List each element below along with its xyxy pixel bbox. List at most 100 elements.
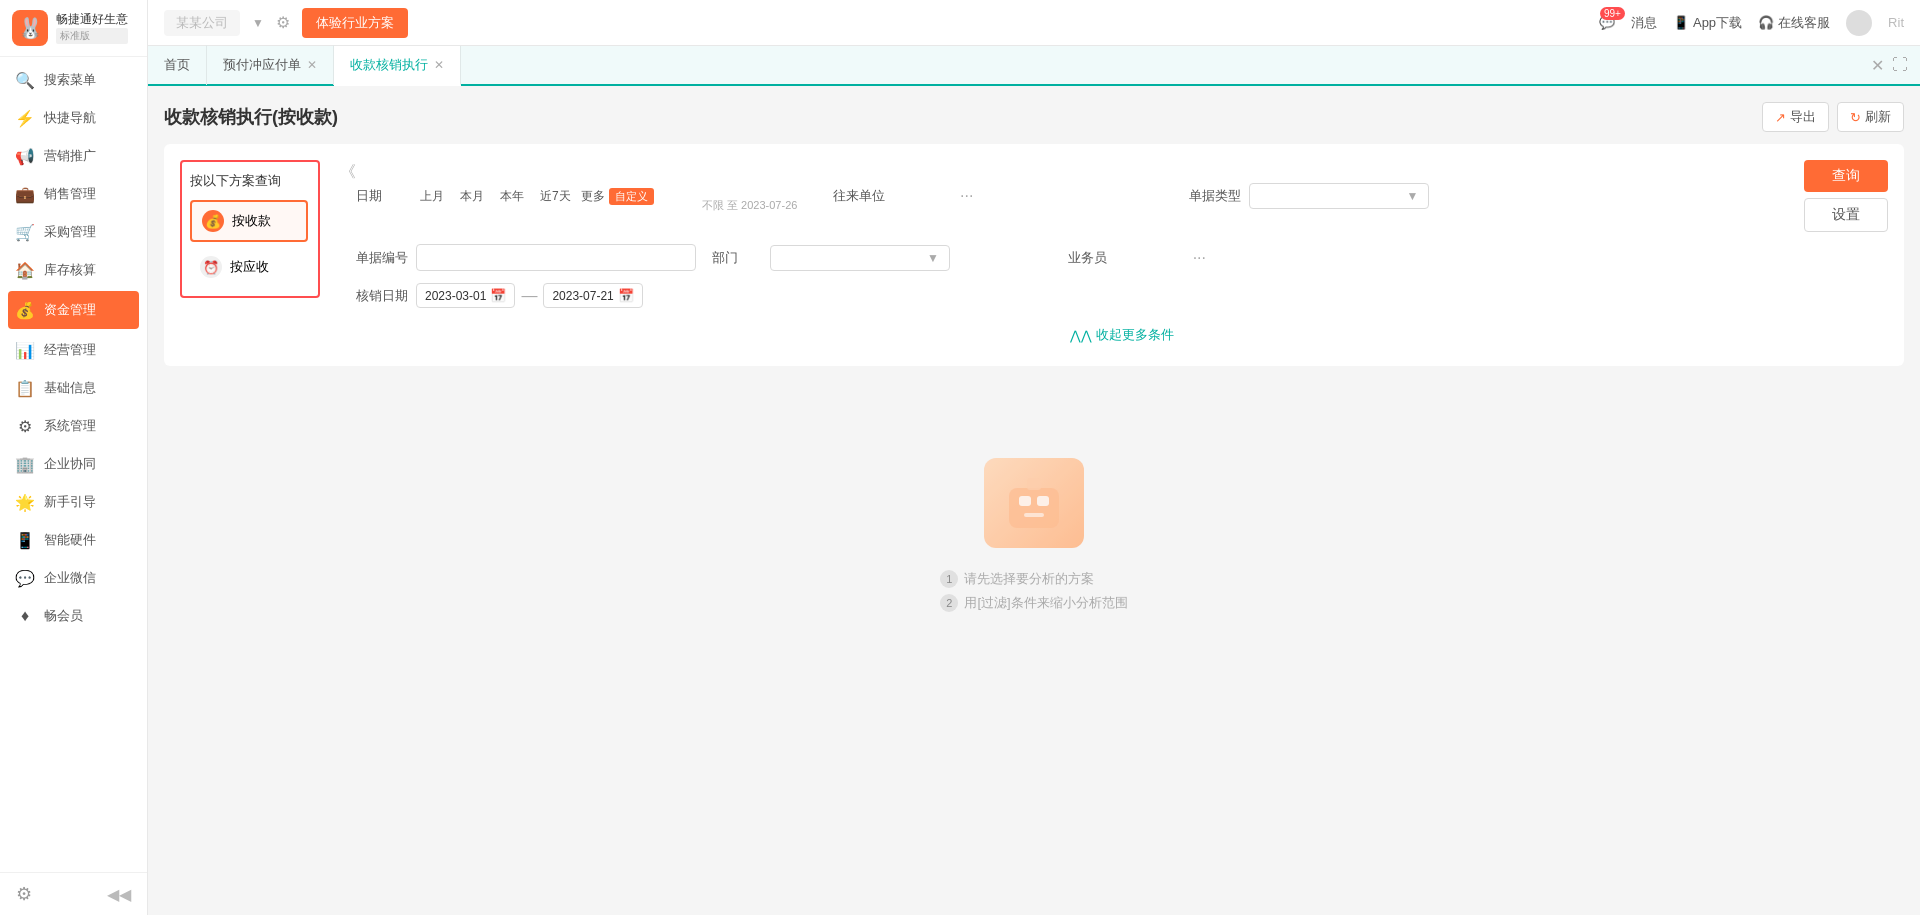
filter-toggle-icon[interactable]: 《 [340, 162, 356, 183]
verify-date-start-cal-icon: 📅 [490, 288, 506, 303]
filter-sidebar: 按以下方案查询 💰 按收款 ⏰ 按应收 [180, 160, 320, 298]
sales-icon: 💼 [16, 185, 34, 203]
sidebar-item-purchase[interactable]: 🛒采购管理 [0, 213, 147, 251]
wechat-icon: 💬 [16, 569, 34, 587]
date-btn-7days[interactable]: 近7天 [534, 186, 577, 207]
page-title: 收款核销执行(按收款) [164, 105, 338, 129]
tab-home-label: 首页 [164, 56, 190, 74]
sidebar-item-operation[interactable]: 📊经营管理 [0, 331, 147, 369]
main-area: 某某公司 ▼ ⚙ 体验行业方案 💬 99+ 消息 📱 App下载 🎧 在线客服 … [148, 0, 1920, 915]
verify-date-label: 核销日期 [356, 287, 408, 305]
corp-icon: 🏢 [16, 455, 34, 473]
sidebar-bottom: ⚙ ◀◀ [0, 872, 147, 915]
tabs-actions: ✕ ⛶ [1871, 56, 1920, 75]
sidebar-item-system[interactable]: ⚙系统管理 [0, 407, 147, 445]
sidebar-item-member[interactable]: ♦畅会员 [0, 597, 147, 635]
verify-date-end-input[interactable]: 2023-07-21 📅 [543, 283, 642, 308]
sidebar-item-guide[interactable]: 🌟新手引导 [0, 483, 147, 521]
tabs-close-all-icon[interactable]: ✕ [1871, 56, 1884, 75]
empty-hint-2: 2 用[过滤]条件来缩小分析范围 [940, 594, 1127, 612]
export-label: 导出 [1790, 108, 1816, 126]
doc-number-input[interactable] [416, 244, 696, 271]
filter-options: 💰 按收款 ⏰ 按应收 [190, 200, 308, 286]
filter-form: 日期 上月 本月 本年 近7天 更多 自定义 不限 至 2023-07-26 [356, 160, 1888, 350]
logo-name: 畅捷通好生意 [56, 12, 128, 28]
sidebar-item-marketing[interactable]: 📢营销推广 [0, 137, 147, 175]
collapse-up-icon: ⋀⋀ [1070, 328, 1092, 343]
tabs-expand-icon[interactable]: ⛶ [1892, 56, 1908, 74]
filter-option-by-receivable[interactable]: ⏰ 按应收 [190, 248, 308, 286]
sidebar-item-search[interactable]: 🔍搜索菜单 [0, 61, 147, 99]
sidebar-item-corp[interactable]: 🏢企业协同 [0, 445, 147, 483]
refresh-button[interactable]: ↻ 刷新 [1837, 102, 1904, 132]
department-select[interactable]: ▼ [770, 245, 950, 271]
tab-prepay-close[interactable]: ✕ [307, 58, 317, 72]
app-icon: 📱 [1673, 15, 1689, 30]
staff-label: 业务员 [1068, 249, 1118, 267]
filter-panel: 按以下方案查询 💰 按收款 ⏰ 按应收 《 [164, 144, 1904, 366]
online-service-btn[interactable]: 🎧 在线客服 [1758, 14, 1830, 32]
sidebar-label-operation: 经营管理 [44, 341, 96, 359]
sidebar-item-hardware[interactable]: 📱智能硬件 [0, 521, 147, 559]
tabs-bar: 首页 预付冲应付单 ✕ 收款核销执行 ✕ ✕ ⛶ [148, 46, 1920, 86]
svg-rect-4 [1027, 478, 1041, 490]
sidebar-label-guide: 新手引导 [44, 493, 96, 511]
member-icon: ♦ [16, 607, 34, 625]
empty-illustration [974, 458, 1094, 558]
receivable-option-icon: ⏰ [200, 256, 222, 278]
staff-field: 业务员 ··· [1068, 249, 1408, 267]
staff-input-dots[interactable]: ··· [1126, 249, 1206, 267]
sidebar-item-basic[interactable]: 📋基础信息 [0, 369, 147, 407]
tab-prepay[interactable]: 预付冲应付单 ✕ [207, 45, 334, 85]
tab-home[interactable]: 首页 [148, 45, 207, 85]
sidebar-item-wechat[interactable]: 💬企业微信 [0, 559, 147, 597]
doc-type-select[interactable]: ▼ [1249, 183, 1429, 209]
inventory-icon: 🏠 [16, 261, 34, 279]
date-btn-more[interactable]: 更多 [581, 188, 605, 205]
settings-icon[interactable]: ⚙ [276, 13, 290, 32]
sidebar: 🐰 畅捷通好生意 标准版 🔍搜索菜单 ⚡快捷导航 📢营销推广 💼销售管理 🛒采购… [0, 0, 148, 915]
company-name[interactable]: 某某公司 [164, 10, 240, 36]
app-download-btn[interactable]: 📱 App下载 [1673, 14, 1742, 32]
settings-bottom-icon[interactable]: ⚙ [16, 883, 32, 905]
sidebar-collapse-btn[interactable]: ◀◀ [107, 885, 131, 904]
counterparty-input-dots[interactable]: ··· [893, 187, 973, 205]
empty-hints: 1 请先选择要分析的方案 2 用[过滤]条件来缩小分析范围 [940, 570, 1127, 612]
industry-plan-button[interactable]: 体验行业方案 [302, 8, 408, 38]
company-dropdown-icon[interactable]: ▼ [252, 16, 264, 30]
logo-icon: 🐰 [12, 10, 48, 46]
filter-option-by-receipt[interactable]: 💰 按收款 [190, 200, 308, 242]
hint-2-text: 用[过滤]条件来缩小分析范围 [964, 594, 1127, 612]
sidebar-item-sales[interactable]: 💼销售管理 [0, 175, 147, 213]
verify-date-start-input[interactable]: 2023-03-01 📅 [416, 283, 515, 308]
department-label: 部门 [712, 249, 762, 267]
tab-receipt-verify[interactable]: 收款核销执行 ✕ [334, 46, 461, 86]
sidebar-label-purchase: 采购管理 [44, 223, 96, 241]
date-btn-this-year[interactable]: 本年 [494, 186, 530, 207]
tab-receipt-verify-close[interactable]: ✕ [434, 58, 444, 72]
marketing-icon: 📢 [16, 147, 34, 165]
user-avatar[interactable] [1846, 10, 1872, 36]
filter-row-3: 核销日期 2023-03-01 📅 — 2023-07-21 📅 [356, 283, 1888, 308]
svg-rect-1 [1019, 496, 1031, 506]
receivable-option-label: 按应收 [230, 258, 269, 276]
quick-nav-icon: ⚡ [16, 109, 34, 127]
date-btn-this-month[interactable]: 本月 [454, 186, 490, 207]
sidebar-item-inventory[interactable]: 🏠库存核算 [0, 251, 147, 289]
export-button[interactable]: ↗ 导出 [1762, 102, 1829, 132]
date-btn-last-month[interactable]: 上月 [414, 186, 450, 207]
sidebar-item-quick[interactable]: ⚡快捷导航 [0, 99, 147, 137]
query-button[interactable]: 查询 [1804, 160, 1888, 192]
collapse-more-btn[interactable]: ⋀⋀ 收起更多条件 [356, 320, 1888, 350]
sidebar-item-finance[interactable]: 💰资金管理 [8, 291, 139, 329]
page-header: 收款核销执行(按收款) ↗ 导出 ↻ 刷新 [164, 102, 1904, 132]
setting-button[interactable]: 设置 [1804, 198, 1888, 232]
department-field: 部门 ▼ [712, 245, 1052, 271]
svg-rect-2 [1037, 496, 1049, 506]
verify-date-end-value: 2023-07-21 [552, 289, 613, 303]
receipt-option-icon: 💰 [202, 210, 224, 232]
message-icon[interactable]: 💬 99+ [1599, 15, 1615, 30]
empty-hint-1: 1 请先选择要分析的方案 [940, 570, 1127, 588]
service-icon: 🎧 [1758, 15, 1774, 30]
system-icon: ⚙ [16, 417, 34, 435]
